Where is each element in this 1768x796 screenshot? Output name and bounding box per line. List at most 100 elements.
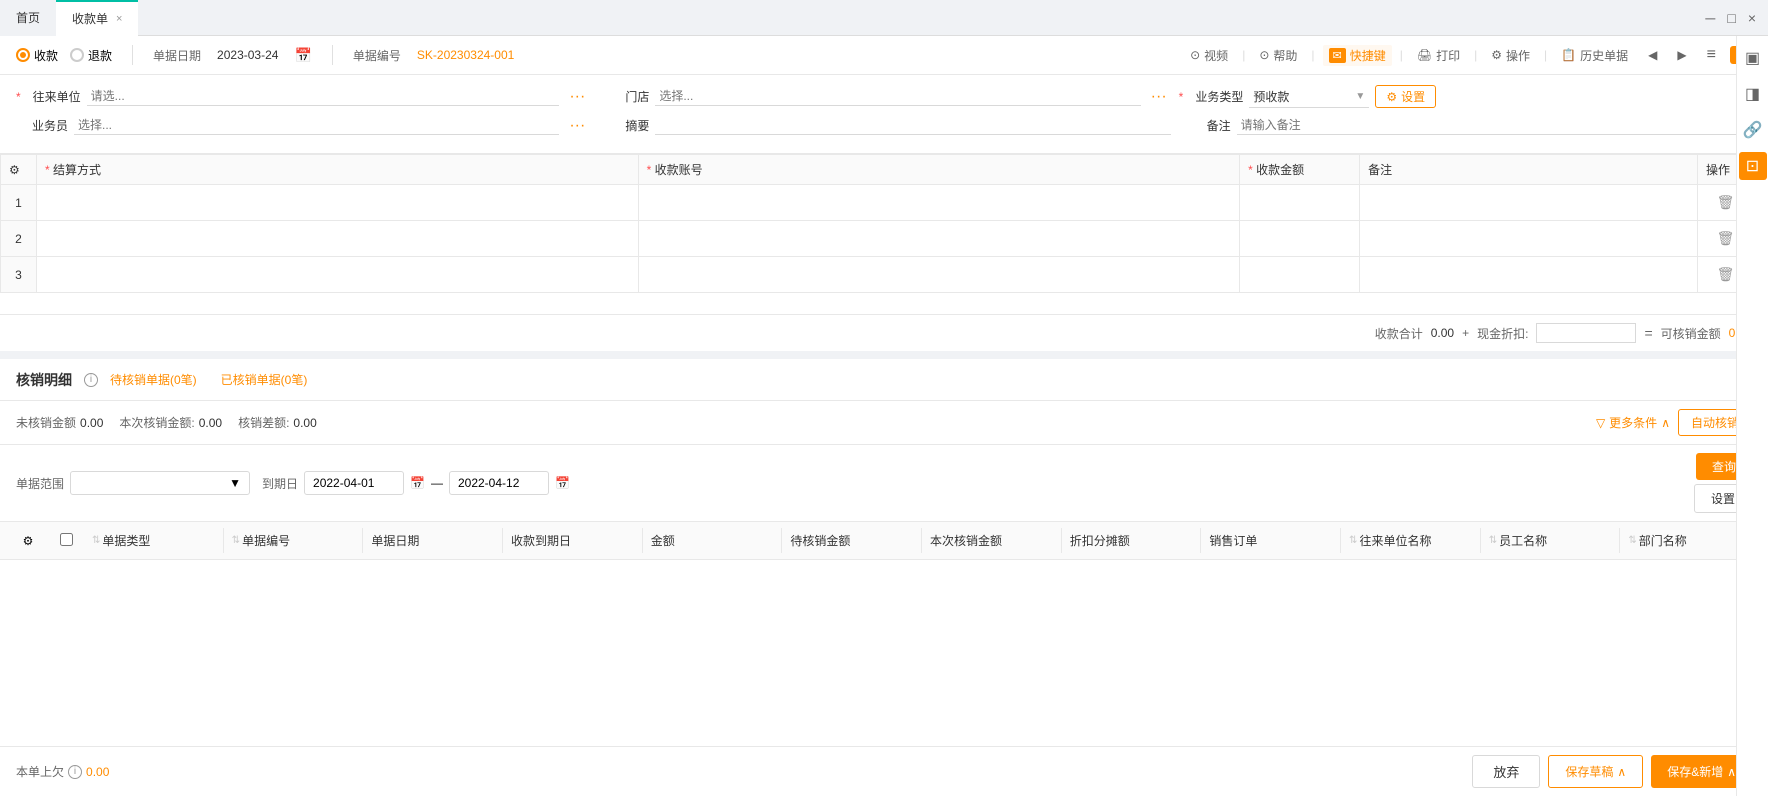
verif-col-discount: 折扣分摊额 bbox=[1062, 528, 1202, 553]
close-button[interactable]: × bbox=[1748, 10, 1756, 26]
cal-from-icon[interactable]: 📅 bbox=[410, 476, 425, 490]
operation-btn[interactable]: ⚙ 操作 bbox=[1485, 45, 1536, 66]
settings-button[interactable]: ⚙ 设置 bbox=[1375, 85, 1436, 108]
store-more-btn[interactable]: ··· bbox=[1147, 88, 1171, 106]
video-btn[interactable]: ⊙ 视频 bbox=[1184, 45, 1234, 66]
divider-2 bbox=[332, 45, 333, 65]
plus-sign: + bbox=[1462, 326, 1469, 340]
verif-col-settings[interactable]: ⚙ bbox=[8, 534, 48, 548]
settle-cell-1[interactable] bbox=[37, 185, 639, 221]
minimize-button[interactable]: ─ bbox=[1705, 10, 1715, 26]
biz-type-select[interactable]: 预收款 ▼ bbox=[1249, 86, 1369, 108]
right-panel: ▣ ◨ 🔗 ⊡ bbox=[1736, 36, 1768, 796]
done-tab[interactable]: 已核销单据(0笔) bbox=[221, 369, 308, 390]
calendar-icon[interactable]: 📅 bbox=[294, 47, 311, 64]
right-panel-btn-3[interactable]: 🔗 bbox=[1739, 116, 1767, 144]
amount-cell-2[interactable] bbox=[1240, 221, 1360, 257]
abandon-button[interactable]: 放弃 bbox=[1472, 755, 1540, 788]
col-settings-header[interactable]: ⚙ bbox=[1, 155, 37, 185]
more-conditions-btn[interactable]: ▽ 更多条件 ∧ bbox=[1596, 414, 1670, 431]
summary-input[interactable] bbox=[655, 116, 1170, 135]
summary-row: 收款合计 0.00 + 现金折扣: = 可核销金额 0.00 bbox=[0, 314, 1768, 351]
video-icon: ⊙ bbox=[1190, 48, 1200, 62]
help-btn[interactable]: ⊙ 帮助 bbox=[1253, 45, 1303, 66]
note-cell-1[interactable] bbox=[1360, 185, 1698, 221]
diff-value: 0.00 bbox=[293, 416, 316, 430]
col-note-header: 备注 bbox=[1360, 155, 1698, 185]
date-to-input[interactable] bbox=[449, 471, 549, 495]
verif-col-pending: 待核销金额 bbox=[782, 528, 922, 553]
store-input[interactable] bbox=[655, 87, 1140, 106]
verif-col-number: ⇅ 单据编号 bbox=[224, 528, 364, 553]
range-chevron: ▼ bbox=[229, 476, 241, 490]
settle-cell-3[interactable] bbox=[37, 257, 639, 293]
sort-icon: ⇅ bbox=[92, 535, 100, 546]
verif-col-check[interactable] bbox=[48, 533, 84, 549]
row-num-3: 3 bbox=[1, 257, 37, 293]
biz-type-chevron: ▼ bbox=[1355, 91, 1365, 102]
discount-label: 现金折扣: bbox=[1477, 325, 1528, 342]
save-draft-button[interactable]: 保存草稿 ∧ bbox=[1548, 755, 1643, 788]
verif-info-icon[interactable]: i bbox=[84, 373, 98, 387]
discount-input[interactable] bbox=[1536, 323, 1636, 343]
restore-button[interactable]: □ bbox=[1727, 10, 1735, 26]
partner-required: * bbox=[16, 90, 21, 104]
right-panel-btn-1[interactable]: ▣ bbox=[1739, 44, 1767, 72]
settings-icon: ⚙ bbox=[9, 163, 20, 177]
toolbar-right: ⊙ 视频 | ⊙ 帮助 | ✉ 快捷键 | 🖨 打印 | ⚙ 操作 bbox=[1184, 44, 1752, 66]
account-cell-1[interactable] bbox=[638, 185, 1240, 221]
tab-close-icon[interactable]: × bbox=[116, 13, 122, 25]
cal-to-icon[interactable]: 📅 bbox=[555, 476, 570, 490]
tab-current[interactable]: 收款单 × bbox=[56, 0, 138, 36]
nav-left-icon: ◀ bbox=[1648, 48, 1657, 62]
sort-icon2: ⇅ bbox=[232, 535, 240, 546]
nav-left-btn[interactable]: ◀ bbox=[1642, 46, 1663, 64]
rp-icon-3: 🔗 bbox=[1743, 120, 1763, 140]
staff-input[interactable] bbox=[74, 116, 559, 135]
delete-icon-1[interactable]: 🗑 bbox=[1717, 194, 1735, 211]
partner-more-btn[interactable]: ··· bbox=[565, 88, 589, 106]
staff-more-btn[interactable]: ··· bbox=[565, 117, 589, 135]
pending-tab[interactable]: 待核销单据(0笔) bbox=[110, 369, 197, 390]
verification-section: 核销明细 i 待核销单据(0笔) 已核销单据(0笔) 未核销金额 0.00 本次… bbox=[0, 359, 1768, 560]
account-cell-2[interactable] bbox=[638, 221, 1240, 257]
shortcut-icon: ✉ bbox=[1329, 48, 1346, 63]
partner-input[interactable] bbox=[87, 87, 560, 106]
amount-label: 本单上欠 bbox=[16, 763, 64, 780]
amount-info-icon[interactable]: i bbox=[68, 765, 82, 779]
form-row-2: 业务员 ··· 摘要 备注 bbox=[16, 116, 1752, 135]
tb-divider4: | bbox=[1474, 48, 1477, 62]
amount-cell-1[interactable] bbox=[1240, 185, 1360, 221]
history-btn[interactable]: 📋 历史单据 bbox=[1555, 45, 1634, 66]
uncancelled-value: 0.00 bbox=[80, 416, 103, 430]
right-panel-btn-2[interactable]: ◨ bbox=[1739, 80, 1767, 108]
tab-home[interactable]: 首页 bbox=[0, 0, 56, 36]
delete-icon-2[interactable]: 🗑 bbox=[1717, 230, 1735, 247]
menu-btn[interactable]: ≡ bbox=[1701, 44, 1722, 66]
select-all-checkbox[interactable] bbox=[60, 533, 73, 546]
print-label: 打印 bbox=[1436, 47, 1460, 64]
nav-right-btn[interactable]: ▶ bbox=[1671, 46, 1692, 64]
store-field: 门店 ··· bbox=[597, 87, 1170, 106]
range-select[interactable]: ▼ bbox=[70, 471, 250, 495]
delete-icon-3[interactable]: 🗑 bbox=[1717, 266, 1735, 283]
refund-radio[interactable]: 退款 bbox=[70, 47, 112, 64]
settle-cell-2[interactable] bbox=[37, 221, 639, 257]
verif-table-header: ⚙ ⇅ 单据类型 ⇅ 单据编号 单据日期 收款到期日 金额 bbox=[0, 522, 1768, 560]
print-btn[interactable]: 🖨 打印 bbox=[1411, 45, 1466, 66]
sort-icon4: ⇅ bbox=[1489, 535, 1497, 546]
note-cell-3[interactable] bbox=[1360, 257, 1698, 293]
right-panel-btn-4[interactable]: ⊡ bbox=[1739, 152, 1767, 180]
tb-divider: | bbox=[1242, 48, 1245, 62]
date-from-input[interactable] bbox=[304, 471, 404, 495]
receipt-radio[interactable]: 收款 bbox=[16, 47, 58, 64]
col-number-label: 单据编号 bbox=[242, 532, 290, 549]
total-value: 0.00 bbox=[1431, 326, 1454, 340]
shortcut-btn[interactable]: ✉ 快捷键 bbox=[1323, 45, 1392, 66]
note-input[interactable] bbox=[1237, 116, 1752, 135]
amount-cell-3[interactable] bbox=[1240, 257, 1360, 293]
partner-field: * 往来单位 ··· bbox=[16, 87, 589, 106]
note-cell-2[interactable] bbox=[1360, 221, 1698, 257]
tb-divider2: | bbox=[1311, 48, 1314, 62]
account-cell-3[interactable] bbox=[638, 257, 1240, 293]
